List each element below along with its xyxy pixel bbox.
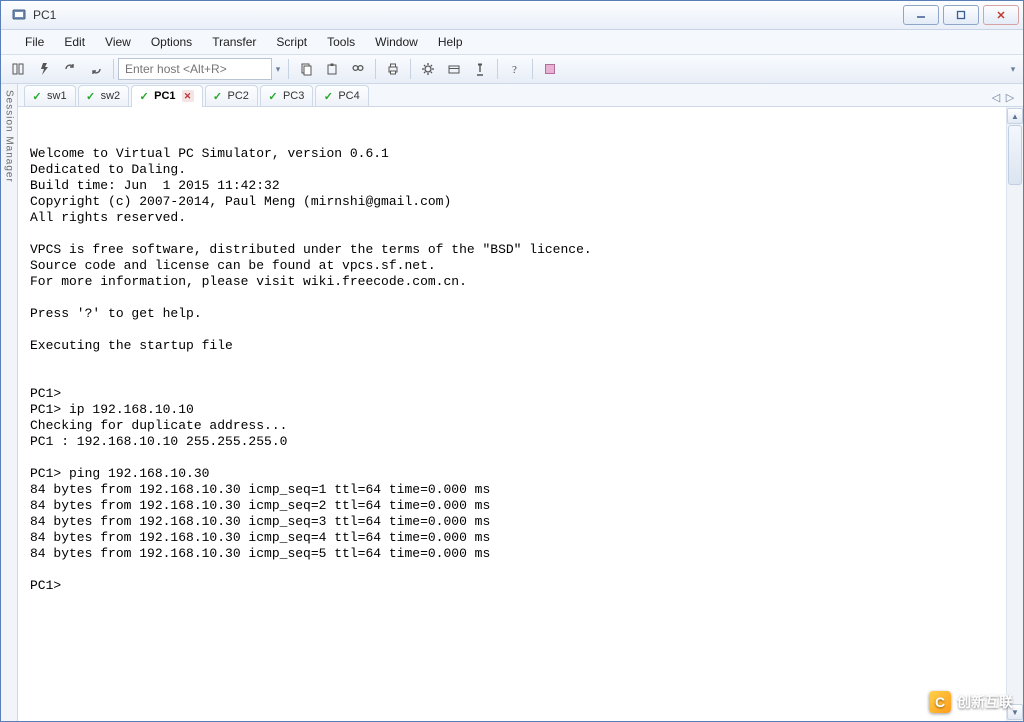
app-icon — [11, 7, 27, 23]
disconnect-icon[interactable] — [84, 57, 108, 81]
menu-item-window[interactable]: Window — [365, 30, 428, 54]
menu-item-edit[interactable]: Edit — [54, 30, 95, 54]
print-icon[interactable] — [381, 57, 405, 81]
tab-pc4[interactable]: ✓ PC4 — [315, 85, 368, 106]
close-button[interactable] — [983, 5, 1019, 25]
menu-item-help[interactable]: Help — [428, 30, 473, 54]
session-options-icon[interactable] — [442, 57, 466, 81]
tab-sw1[interactable]: ✓ sw1 — [24, 85, 76, 106]
menu-item-script[interactable]: Script — [266, 30, 317, 54]
session-manager-label: Session Manager — [4, 90, 15, 183]
scrollbar-thumb[interactable] — [1008, 125, 1022, 185]
separator — [113, 59, 114, 79]
tab-pc3[interactable]: ✓ PC3 — [260, 85, 313, 106]
menu-bar: FileEditViewOptionsTransferScriptToolsWi… — [1, 30, 1023, 55]
host-dropdown-icon[interactable]: ▾ — [272, 58, 284, 80]
terminal-output[interactable]: Welcome to Virtual PC Simulator, version… — [18, 120, 1006, 708]
separator — [288, 59, 289, 79]
menu-item-transfer[interactable]: Transfer — [202, 30, 266, 54]
vertical-scrollbar[interactable]: ▲ ▼ — [1006, 107, 1023, 721]
reconnect-icon[interactable] — [58, 57, 82, 81]
window-title: PC1 — [33, 8, 56, 22]
title-bar: PC1 — [1, 1, 1023, 30]
tab-pc2[interactable]: ✓ PC2 — [205, 85, 258, 106]
tab-label: sw1 — [47, 90, 67, 102]
toolbar-overflow-icon[interactable]: ▾ — [1007, 58, 1019, 80]
main-column: ✓ sw1 ✓ sw2 ✓ PC1 ✕ ✓ PC2 ✓ PC3 ✓ PC4 ◁ ▷ Welcome to… — [18, 84, 1023, 721]
watermark-text: 创新互联 — [957, 692, 1013, 712]
svg-text:?: ? — [512, 64, 517, 76]
help-icon[interactable]: ? — [503, 57, 527, 81]
tab-sw2[interactable]: ✓ sw2 — [78, 85, 130, 106]
tab-scroll-right-icon[interactable]: ▷ — [1003, 88, 1017, 106]
toolbar-extra-icon[interactable] — [538, 57, 562, 81]
keyword-icon[interactable] — [468, 57, 492, 81]
check-icon: ✓ — [212, 90, 224, 102]
menu-item-options[interactable]: Options — [141, 30, 202, 54]
check-icon: ✓ — [138, 90, 150, 102]
minimize-button[interactable] — [903, 5, 939, 25]
app-window: PC1 FileEditViewOptionsTransferScriptToo… — [0, 0, 1024, 722]
separator — [410, 59, 411, 79]
body: Session Manager ✓ sw1 ✓ sw2 ✓ PC1 ✕ ✓ PC2 ✓ PC3 ✓ PC… — [1, 84, 1023, 721]
check-icon: ✓ — [31, 90, 43, 102]
tab-scroll-left-icon[interactable]: ◁ — [989, 88, 1003, 106]
menu-item-file[interactable]: File — [15, 30, 54, 54]
check-icon: ✓ — [85, 90, 97, 102]
find-icon[interactable] — [346, 57, 370, 81]
menu-item-view[interactable]: View — [95, 30, 141, 54]
watermark-badge-icon: C — [929, 691, 951, 713]
tab-strip: ✓ sw1 ✓ sw2 ✓ PC1 ✕ ✓ PC2 ✓ PC3 ✓ PC4 ◁ ▷ — [18, 84, 1023, 107]
tab-close-icon[interactable]: ✕ — [182, 90, 194, 102]
options-gear-icon[interactable] — [416, 57, 440, 81]
separator — [375, 59, 376, 79]
separator — [532, 59, 533, 79]
copy-icon[interactable] — [294, 57, 318, 81]
scroll-up-icon[interactable]: ▲ — [1007, 108, 1023, 124]
maximize-button[interactable] — [943, 5, 979, 25]
paste-icon[interactable] — [320, 57, 344, 81]
tab-label: PC2 — [228, 90, 249, 102]
tab-label: sw2 — [101, 90, 121, 102]
tab-pc1[interactable]: ✓ PC1 ✕ — [131, 85, 202, 106]
check-icon: ✓ — [267, 90, 279, 102]
separator — [497, 59, 498, 79]
scrollbar-track[interactable] — [1008, 125, 1022, 703]
quick-connect-icon[interactable] — [32, 57, 56, 81]
menu-item-tools[interactable]: Tools — [317, 30, 365, 54]
tab-label: PC1 — [154, 90, 175, 102]
toolbar: ▾ ? ▾ — [1, 55, 1023, 84]
check-icon: ✓ — [322, 90, 334, 102]
host-input[interactable] — [118, 58, 272, 80]
tab-label: PC4 — [338, 90, 359, 102]
terminal-wrap: Welcome to Virtual PC Simulator, version… — [18, 107, 1023, 721]
watermark: C 创新互联 — [929, 691, 1013, 713]
tab-label: PC3 — [283, 90, 304, 102]
session-manager-panel[interactable]: Session Manager — [1, 84, 18, 721]
session-manager-toggle-icon[interactable] — [6, 57, 30, 81]
